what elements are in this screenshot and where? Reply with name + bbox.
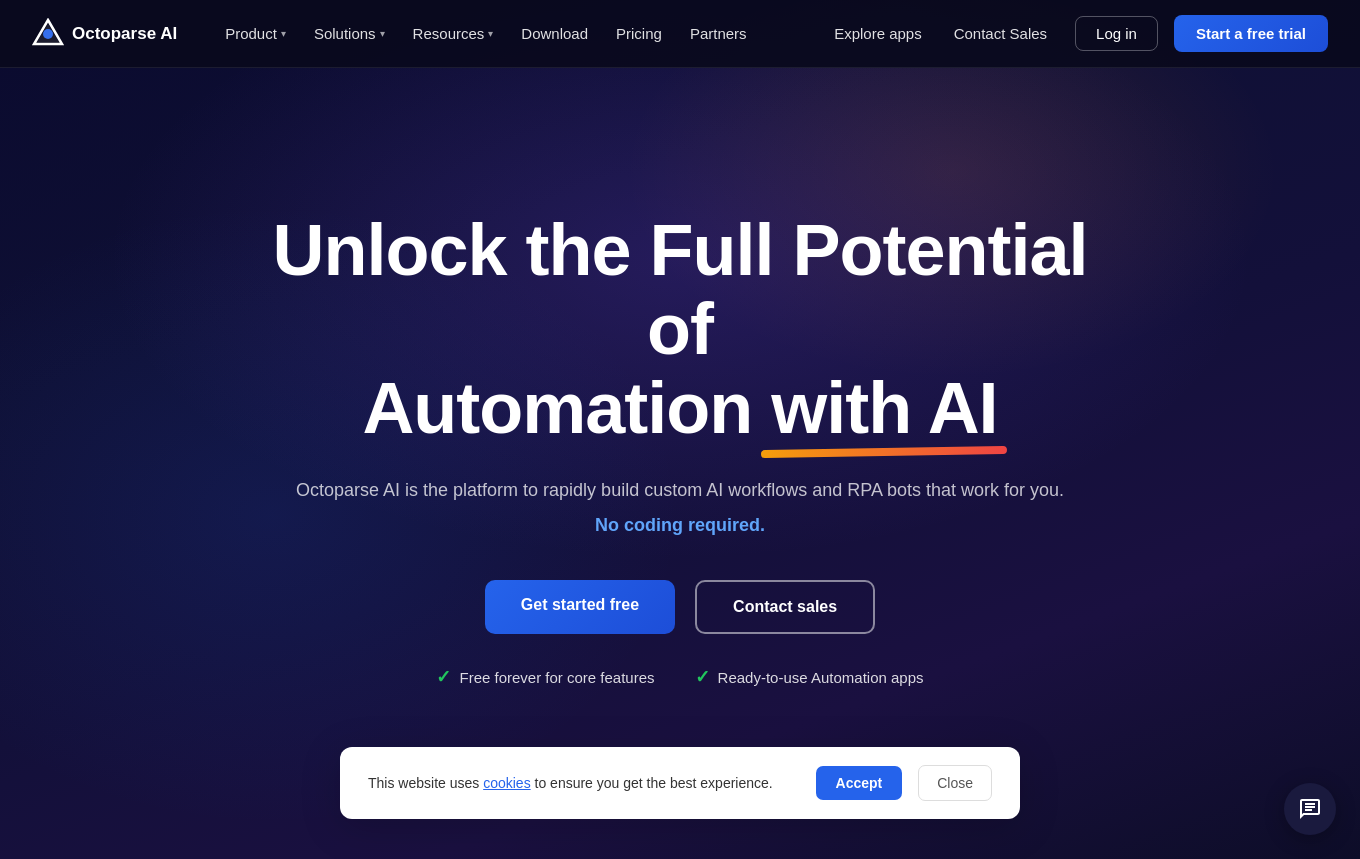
start-trial-button[interactable]: Start a free trial <box>1174 15 1328 52</box>
chevron-down-icon: ▾ <box>488 28 493 39</box>
contact-sales-button[interactable]: Contact sales <box>695 580 875 634</box>
accept-button[interactable]: Accept <box>816 766 903 800</box>
hero-title-highlight: with AI <box>771 369 997 448</box>
nav-pricing[interactable]: Pricing <box>604 17 674 50</box>
hero-content: Unlock the Full Potential of Automation … <box>230 211 1130 688</box>
hero-badges: ✓ Free forever for core features ✓ Ready… <box>230 666 1130 688</box>
logo-text: Octoparse AI <box>72 24 177 44</box>
cookie-banner: This website uses cookies to ensure you … <box>340 747 1020 819</box>
nav-links: Product ▾ Solutions ▾ Resources ▾ Downlo… <box>213 17 758 50</box>
nav-contact-sales[interactable]: Contact Sales <box>942 17 1059 50</box>
hero-section: Unlock the Full Potential of Automation … <box>0 0 1360 859</box>
nav-download[interactable]: Download <box>509 17 600 50</box>
hero-title: Unlock the Full Potential of Automation … <box>230 211 1130 449</box>
badge-automation: ✓ Ready-to-use Automation apps <box>695 666 924 688</box>
chevron-down-icon: ▾ <box>281 28 286 39</box>
cookie-text: This website uses cookies to ensure you … <box>368 775 800 791</box>
logo-icon <box>32 18 64 50</box>
nav-right: Explore apps Contact Sales Log in Start … <box>822 15 1328 52</box>
hero-subtitle-bold: No coding required. <box>230 515 1130 536</box>
nav-left: Octoparse AI Product ▾ Solutions ▾ Resou… <box>32 17 759 50</box>
logo[interactable]: Octoparse AI <box>32 18 177 50</box>
hero-buttons: Get started free Contact sales <box>230 580 1130 634</box>
badge-free: ✓ Free forever for core features <box>436 666 654 688</box>
close-button[interactable]: Close <box>918 765 992 801</box>
nav-partners[interactable]: Partners <box>678 17 759 50</box>
hero-subtitle: Octoparse AI is the platform to rapidly … <box>230 476 1130 505</box>
navigation: Octoparse AI Product ▾ Solutions ▾ Resou… <box>0 0 1360 68</box>
login-button[interactable]: Log in <box>1075 16 1158 51</box>
nav-product[interactable]: Product ▾ <box>213 17 298 50</box>
nav-resources[interactable]: Resources ▾ <box>401 17 506 50</box>
get-started-button[interactable]: Get started free <box>485 580 675 634</box>
check-icon: ✓ <box>695 666 710 688</box>
nav-solutions[interactable]: Solutions ▾ <box>302 17 397 50</box>
nav-explore-apps[interactable]: Explore apps <box>822 17 934 50</box>
nav-right-links: Explore apps Contact Sales <box>822 17 1059 50</box>
chevron-down-icon: ▾ <box>380 28 385 39</box>
cookie-link[interactable]: cookies <box>483 775 530 791</box>
chat-icon <box>1298 797 1322 821</box>
check-icon: ✓ <box>436 666 451 688</box>
chat-button[interactable] <box>1284 783 1336 835</box>
